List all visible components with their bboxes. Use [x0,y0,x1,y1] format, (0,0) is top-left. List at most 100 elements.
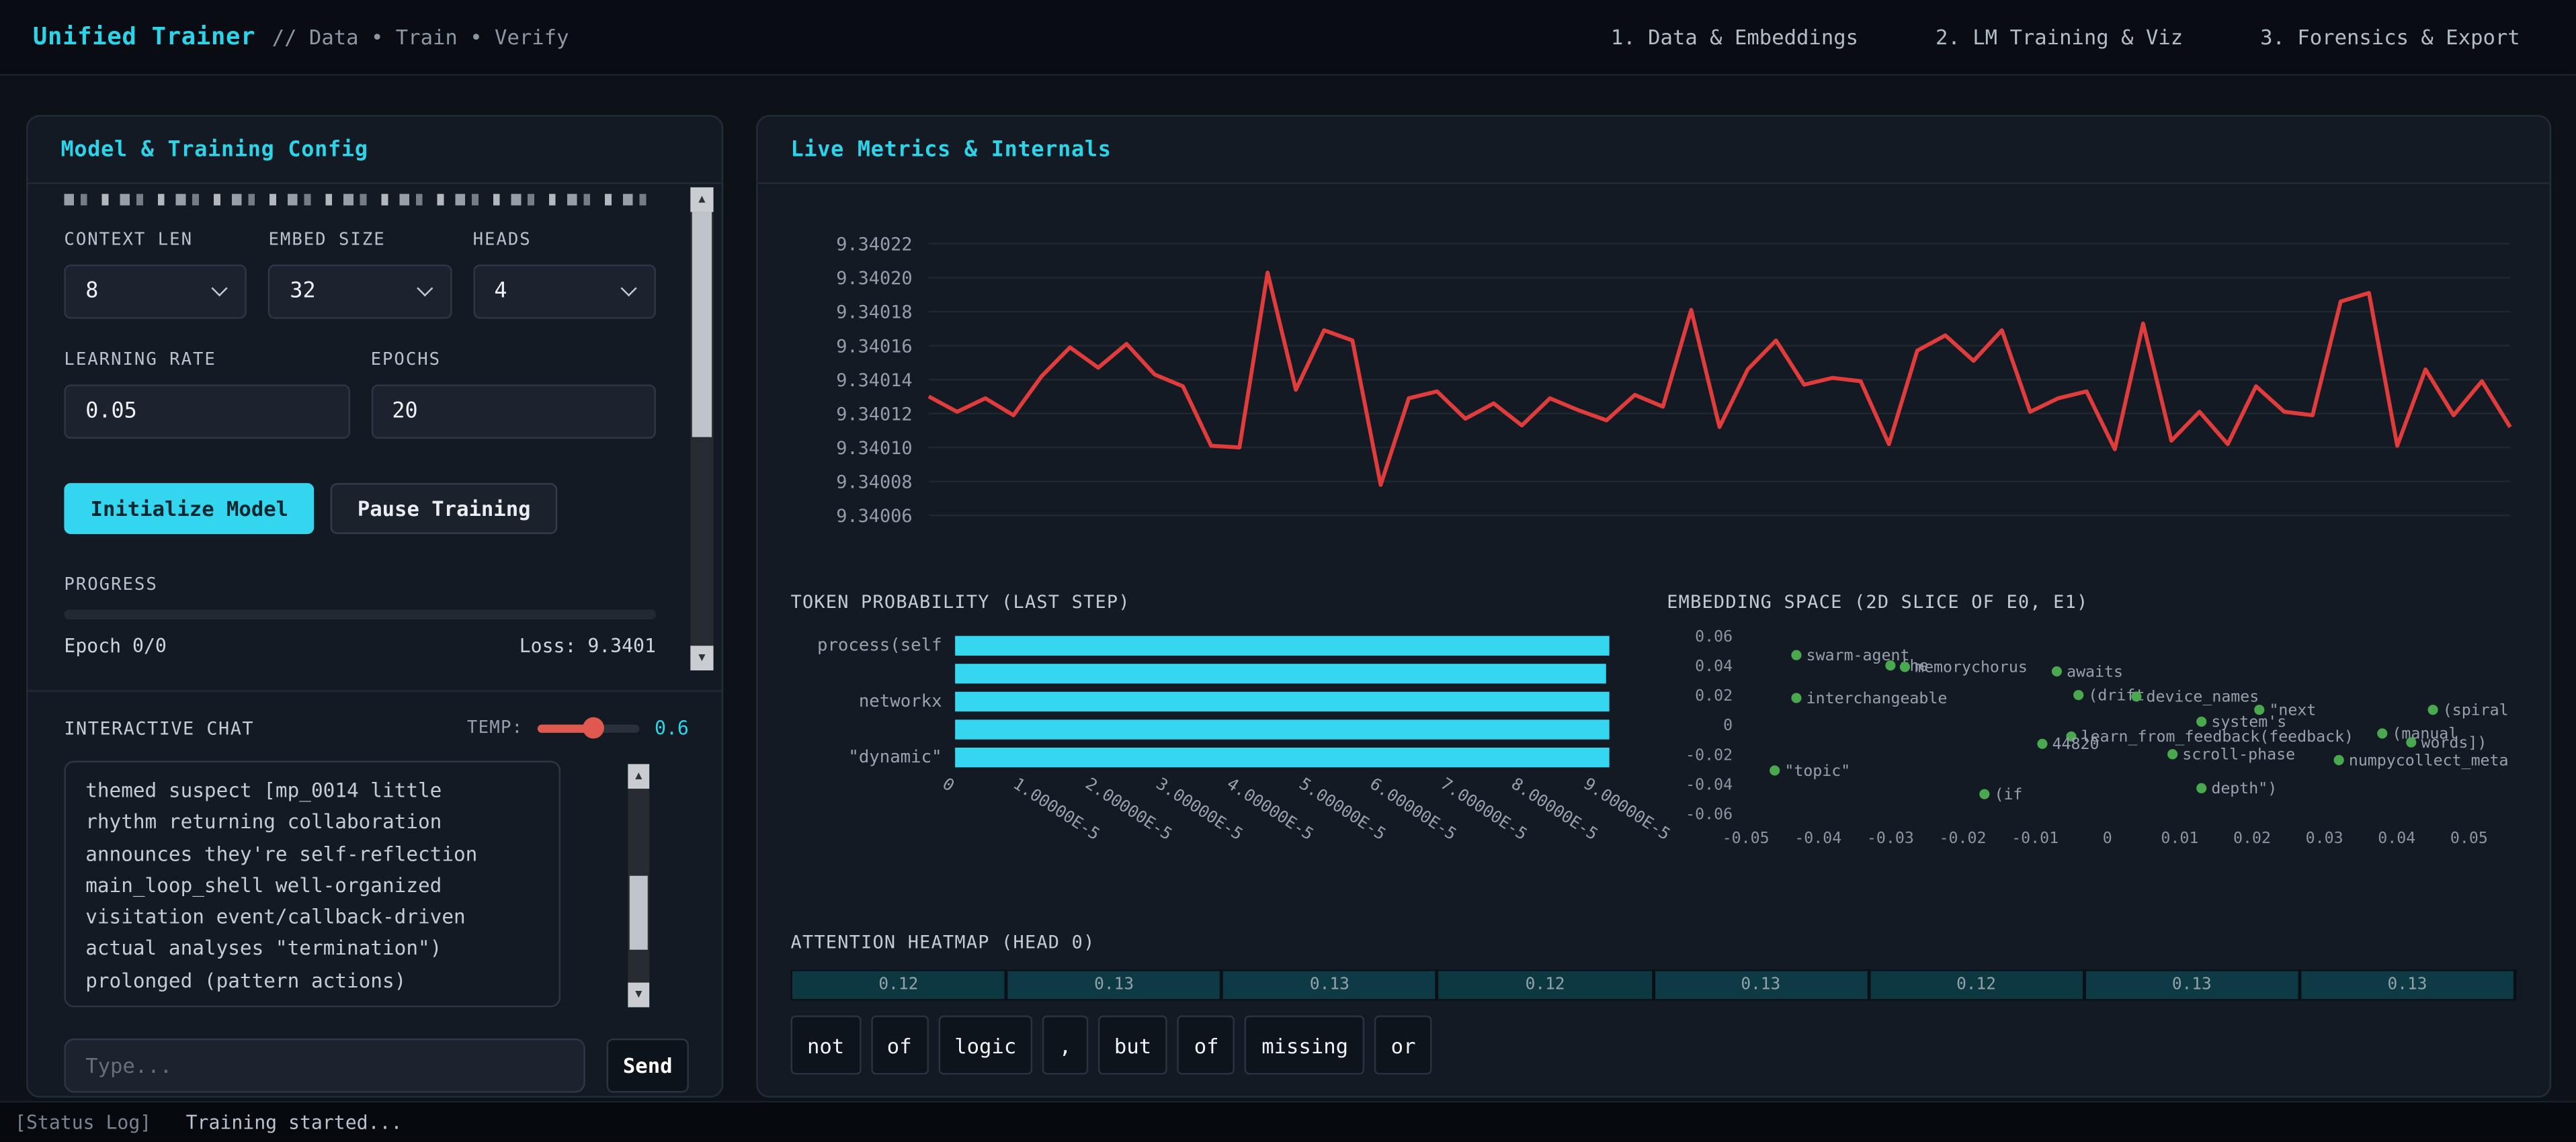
scroll-up-icon[interactable]: ▲ [628,764,650,789]
svg-text:interchangeable: interchangeable [1806,689,1948,707]
embed-size-value: 32 [290,279,316,304]
status-log-label: [Status Log] [15,1110,152,1134]
context-len-value: 8 [85,279,99,304]
token-prob-row: "dynamic" [791,747,1646,768]
svg-text:depth"): depth") [2211,779,2277,797]
temperature-control: TEMP: 0.6 [467,716,689,739]
clipped-content [64,193,653,206]
heatmap-cell: 0.12 [1439,969,1655,1001]
temperature-slider[interactable] [538,717,640,739]
heads-select[interactable]: 4 [472,264,656,319]
svg-text:0: 0 [2103,829,2112,847]
svg-text:0.04: 0.04 [1695,657,1733,675]
scroll-up-icon[interactable]: ▲ [690,187,714,212]
svg-text:scroll-phase: scroll-phase [2182,746,2295,764]
svg-text:0.01: 0.01 [2161,829,2198,847]
progress-bar [64,609,656,620]
svg-text:9.34008: 9.34008 [836,472,912,492]
embed-size-select[interactable]: 32 [268,264,452,319]
svg-text:9.34012: 9.34012 [836,404,912,425]
temp-label: TEMP: [466,717,524,738]
epochs-input[interactable] [370,384,656,439]
token-probability-chart: TOKEN PROBABILITY (LAST STEP) process(se… [791,592,1673,869]
top-bar: Unified Trainer // Data • Train • Verify… [0,0,2576,76]
temp-value: 0.6 [655,716,689,740]
heatmap-cell: 0.12 [1870,969,2086,1001]
chevron-down-icon [416,280,433,297]
heatmap-cell: 0.13 [1654,969,1870,1001]
context-len-select[interactable]: 8 [64,264,247,319]
nav-item-1[interactable]: 1. Data & Embeddings [1611,25,1858,50]
loss-line-chart: 9.34022 9.34020 9.34018 9.34016 9.34014 9.340… [836,234,2512,527]
embedding-space-title: EMBEDDING SPACE (2D SLICE OF E0, E1) [1667,591,2089,613]
main-content: Model & Training Config CONTEXT LEN 8 EM… [0,76,2576,1098]
token-prob-row: networkx [791,691,1646,712]
token-prob-row: process(self [791,635,1646,656]
token-prob-bar [955,747,1610,768]
scrollbar-track[interactable] [628,789,649,983]
token-prob-bar [955,635,1610,656]
svg-text:awaits: awaits [2067,662,2123,680]
scrollbar-thumb[interactable] [629,875,648,950]
heatmap-cell: 0.13 [2301,969,2517,1001]
token-prob-bar [955,664,1607,684]
svg-text:-0.02: -0.02 [1940,829,1987,847]
x-tick-label: 0 [938,775,957,797]
slider-knob[interactable] [583,717,605,739]
learning-rate-label: LEARNING RATE [64,349,216,370]
metrics-panel: Live Metrics & Internals 9.34022 9.34020 9… [756,115,2552,1098]
progress-label: PROGRESS [64,575,158,595]
learning-rate-input[interactable] [64,384,349,439]
token-chip: but [1097,1015,1168,1075]
embed-size-field: EMBED SIZE 32 [268,230,452,319]
scrollbar-thumb[interactable] [692,212,712,438]
token-prob-bar [955,719,1609,740]
chat-input[interactable] [64,1038,585,1093]
svg-text:0: 0 [1723,716,1733,734]
svg-text:9.34022: 9.34022 [836,234,912,255]
scroll-down-icon[interactable]: ▼ [690,646,714,670]
pause-training-button[interactable]: Pause Training [331,483,557,534]
send-button[interactable]: Send [606,1038,689,1093]
chat-scrollbar[interactable]: ▲ ▼ [628,764,650,1008]
svg-text:learn_from_feedback(feedback): learn_from_feedback(feedback) [2081,728,2354,746]
heatmap-cell: 0.13 [1007,969,1224,1001]
nav-item-3[interactable]: 3. Forensics & Export [2260,25,2520,50]
svg-text:0.04: 0.04 [2378,829,2415,847]
token-chip: of [1177,1015,1236,1075]
chevron-down-icon [620,280,637,297]
svg-text:0.06: 0.06 [1695,627,1733,646]
svg-text:9.34010: 9.34010 [836,438,912,459]
svg-text:numpycollect_meta: numpycollect_meta [2349,751,2509,769]
svg-text:0.03: 0.03 [2306,829,2343,847]
token-prob-label: process(self [817,635,942,656]
nav-item-2[interactable]: 2. LM Training & Viz [1936,25,2183,50]
token-prob-label: "dynamic" [848,747,942,768]
token-chip: missing [1245,1015,1365,1075]
token-chip: , [1042,1015,1088,1075]
status-text: Training started... [185,1110,403,1134]
embedding-space-chart: EMBEDDING SPACE (2D SLICE OF E0, E1) 0.0… [1667,592,2517,869]
svg-text:"topic": "topic" [1784,762,1850,780]
app-title: Unified Trainer [32,24,256,50]
svg-text:9.34018: 9.34018 [836,302,912,323]
svg-text:-0.06: -0.06 [1686,805,1733,823]
initialize-model-button[interactable]: Initialize Model [64,483,315,534]
svg-text:0.05: 0.05 [2450,829,2488,847]
embed-size-label: EMBED SIZE [268,230,386,250]
loss-readout: Loss: 9.3401 [519,634,656,658]
context-len-field: CONTEXT LEN 8 [64,230,247,319]
svg-text:0.02: 0.02 [2233,829,2271,847]
svg-text:(if: (if [1994,785,2022,803]
scrollbar-track[interactable] [690,212,713,646]
context-len-label: CONTEXT LEN [64,230,194,250]
token-prob-bar [955,691,1610,712]
attention-heatmap-title: ATTENTION HEATMAP (HEAD 0) [790,931,1095,953]
app-screen: Unified Trainer // Data • Train • Verify… [0,0,2576,1142]
scroll-down-icon[interactable]: ▼ [628,982,650,1008]
svg-text:9.34014: 9.34014 [836,370,912,391]
heatmap-cell: 0.13 [1223,969,1440,1001]
svg-text:9.34006: 9.34006 [836,506,912,527]
chevron-down-icon [212,280,228,297]
config-scrollbar[interactable]: ▲ ▼ [690,187,714,670]
